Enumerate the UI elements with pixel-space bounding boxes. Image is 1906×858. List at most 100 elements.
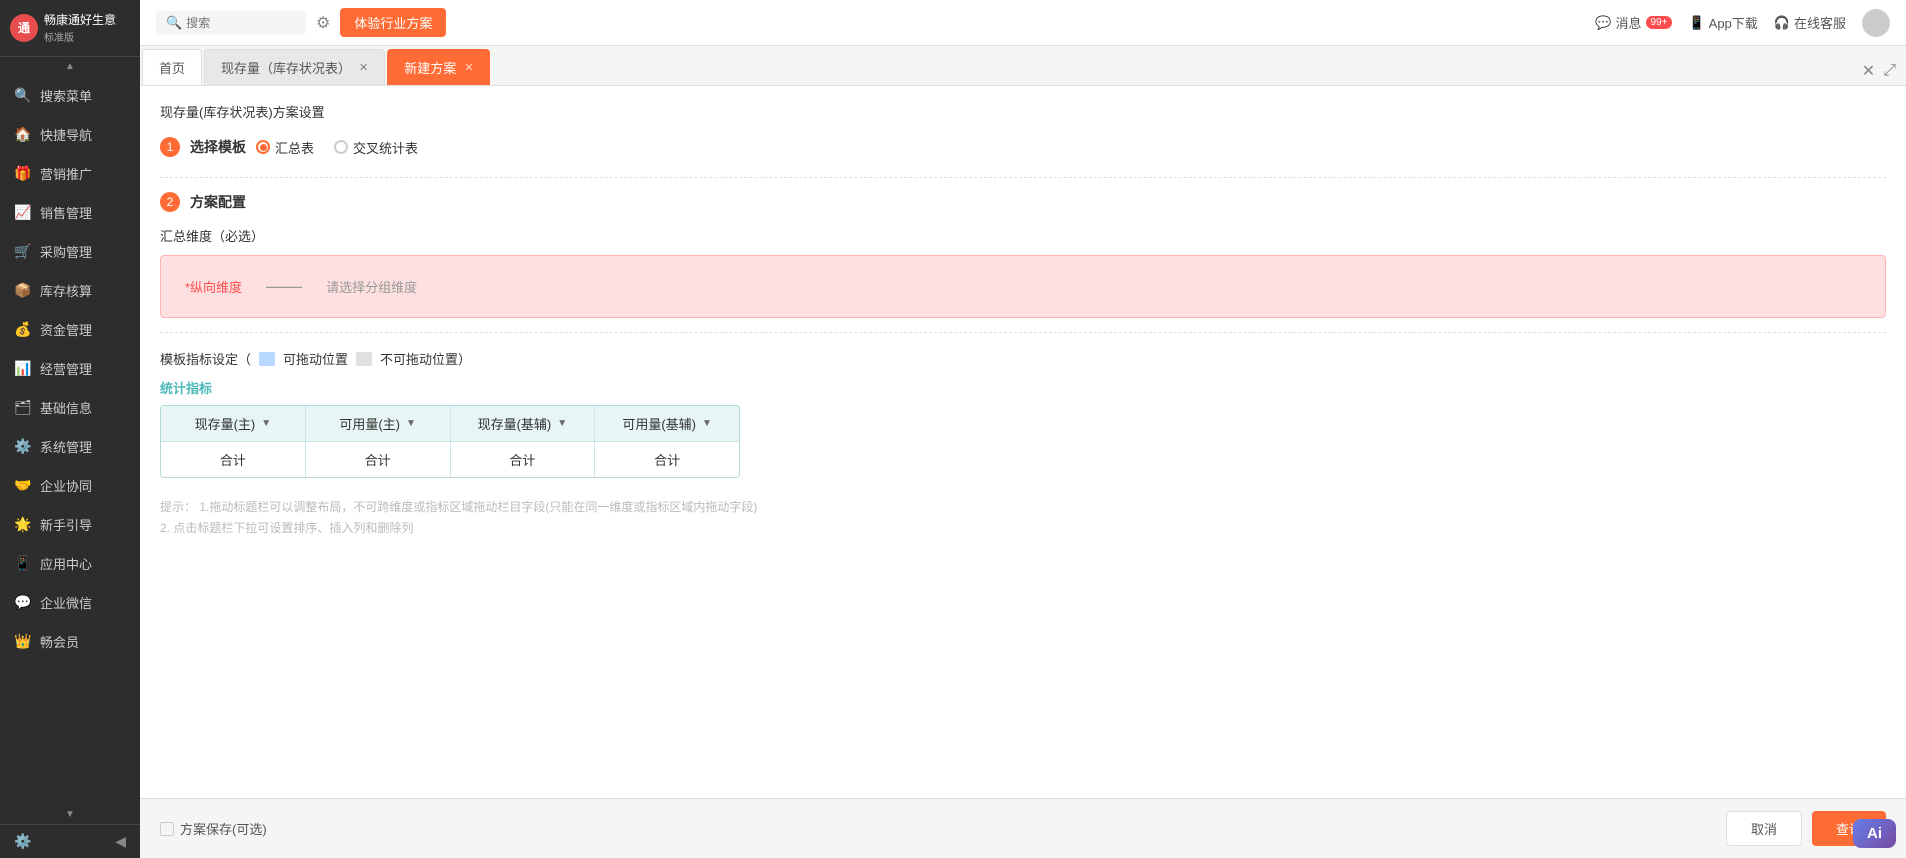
tab-inventory-status-close[interactable]: ✕ <box>359 61 368 74</box>
sidebar-item-label: 经营管理 <box>40 359 92 378</box>
app-download-label: App下载 <box>1709 13 1758 32</box>
sidebar-item-basic[interactable]: 🗂 基础信息 <box>0 388 140 427</box>
app-version: 标准版 <box>44 29 116 44</box>
stats-cell-0-0: 合计 <box>161 442 306 477</box>
search-menu-icon: 🔍 <box>14 86 32 104</box>
online-service-button[interactable]: 🎧 在线客服 <box>1774 13 1846 32</box>
col1-arrow: ▼ <box>406 418 416 429</box>
sidebar-scroll-up[interactable]: ▲ <box>0 57 140 76</box>
tab-inventory-status-label: 现存量（库存状况表） <box>221 58 351 77</box>
sidebar-item-operations[interactable]: 📊 经营管理 <box>0 349 140 388</box>
expand-window-icon[interactable]: ⤢ <box>1883 62 1896 80</box>
sidebar-item-label: 畅会员 <box>40 632 79 651</box>
sidebar-item-label: 库存核算 <box>40 281 92 300</box>
topbar: 🔍 ⚙ 体验行业方案 💬 消息 99+ 📱 App下载 🎧 在线客服 <box>140 0 1906 46</box>
sidebar-item-label: 销售管理 <box>40 203 92 222</box>
sidebar-settings-icon[interactable]: ⚙️ <box>14 833 31 850</box>
divider-2 <box>160 332 1886 333</box>
sidebar: 通 畅康通好生意 标准版 ▲ 🔍 搜索菜单 🏠 快捷导航 🎁 营销推广 📈 销售… <box>0 0 140 858</box>
sidebar-collapse-icon[interactable]: ◀ <box>115 833 126 850</box>
purchase-icon: 🛒 <box>14 242 32 260</box>
tab-new-plan-close[interactable]: ✕ <box>464 61 473 74</box>
dimension-box[interactable]: *纵向维度 —— 请选择分组维度 <box>160 255 1886 318</box>
sidebar-item-sales[interactable]: 📈 销售管理 <box>0 193 140 232</box>
stats-col-3[interactable]: 可用量(基辅) ▼ <box>595 406 739 441</box>
dimension-label: 汇总维度（必选） <box>160 226 1886 245</box>
stats-cell-0-3: 合计 <box>595 442 739 477</box>
sidebar-item-search[interactable]: 🔍 搜索菜单 <box>0 76 140 115</box>
template-options: 汇总表 交叉统计表 <box>256 138 418 157</box>
radio-cross-dot <box>334 140 348 154</box>
tip-1: 2. 点击标题栏下拉可设置排序、插入列和删除列 <box>160 519 1886 536</box>
stats-col-1[interactable]: 可用量(主) ▼ <box>306 406 451 441</box>
member-icon: 👑 <box>14 632 32 650</box>
inventory-icon: 📦 <box>14 281 32 299</box>
search-icon: 🔍 <box>166 15 182 31</box>
sidebar-item-marketing[interactable]: 🎁 营销推广 <box>0 154 140 193</box>
system-icon: ⚙️ <box>14 437 32 455</box>
service-label: 在线客服 <box>1794 13 1846 32</box>
sidebar-item-purchase[interactable]: 🛒 采购管理 <box>0 232 140 271</box>
ai-badge[interactable]: Ai <box>1853 819 1896 848</box>
sidebar-bottom: ⚙️ ◀ <box>0 824 140 858</box>
headset-icon: 🎧 <box>1774 15 1790 31</box>
app-name-block: 畅康通好生意 标准版 <box>44 12 116 44</box>
tabbar: 首页 现存量（库存状况表） ✕ 新建方案 ✕ ✕ ⤢ <box>140 46 1906 86</box>
trial-button[interactable]: 体验行业方案 <box>340 8 446 37</box>
col0-arrow: ▼ <box>261 418 271 429</box>
col0-label: 现存量(主) <box>195 414 256 433</box>
app-name: 畅康通好生意 <box>44 12 116 29</box>
draggable-label-text: 可拖动位置 <box>283 349 348 368</box>
topbar-right: 💬 消息 99+ 📱 App下载 🎧 在线客服 <box>1595 9 1890 37</box>
stats-col-2[interactable]: 现存量(基辅) ▼ <box>451 406 596 441</box>
sidebar-item-contract[interactable]: 🤝 企业协同 <box>0 466 140 505</box>
save-option-label: 方案保存(可选) <box>180 819 267 838</box>
sidebar-item-wechat[interactable]: 💬 企业微信 <box>0 583 140 622</box>
messages-button[interactable]: 💬 消息 99+ <box>1595 13 1672 32</box>
finance-icon: 💰 <box>14 320 32 338</box>
radio-cross[interactable]: 交叉统计表 <box>334 138 418 157</box>
messages-badge: 99+ <box>1646 16 1673 29</box>
settings-icon[interactable]: ⚙ <box>316 13 330 33</box>
sidebar-item-guide[interactable]: 🌟 新手引导 <box>0 505 140 544</box>
app-download-button[interactable]: 📱 App下载 <box>1688 13 1757 32</box>
col3-arrow: ▼ <box>702 418 712 429</box>
sidebar-scroll-down[interactable]: ▼ <box>0 805 140 824</box>
save-checkbox[interactable] <box>160 822 174 836</box>
cancel-button[interactable]: 取消 <box>1726 811 1802 846</box>
dimension-placeholder: 请选择分组维度 <box>326 277 417 296</box>
window-controls: ✕ ⤢ <box>1862 61 1906 85</box>
section2-num: 2 <box>160 192 180 212</box>
bottombar: 方案保存(可选) 取消 查询 <box>140 798 1906 858</box>
sidebar-item-label: 搜索菜单 <box>40 86 92 105</box>
sidebar-item-shortcuts[interactable]: 🏠 快捷导航 <box>0 115 140 154</box>
fixed-badge <box>356 352 372 366</box>
tip-0: 提示： 1.拖动标题栏可以调整布局，不可跨维度或指标区域拖动栏目字段(只能在同一… <box>160 498 1886 515</box>
basic-icon: 🗂 <box>14 398 32 416</box>
section2-header: 2 方案配置 <box>160 192 1886 212</box>
col1-label: 可用量(主) <box>339 414 400 433</box>
stats-col-0[interactable]: 现存量(主) ▼ <box>161 406 306 441</box>
tab-home[interactable]: 首页 <box>142 49 202 85</box>
indicator-label-text: 模板指标设定（ <box>160 349 251 368</box>
tab-new-plan[interactable]: 新建方案 ✕ <box>387 49 490 85</box>
sidebar-item-member[interactable]: 👑 畅会员 <box>0 622 140 661</box>
sidebar-item-appstore[interactable]: 📱 应用中心 <box>0 544 140 583</box>
phone-icon: 📱 <box>1688 15 1704 31</box>
section-config: 2 方案配置 汇总维度（必选） *纵向维度 —— 请选择分组维度 模板指标设定（… <box>160 192 1886 536</box>
radio-summary[interactable]: 汇总表 <box>256 138 314 157</box>
tab-inventory-status[interactable]: 现存量（库存状况表） ✕ <box>204 49 385 85</box>
sidebar-item-system[interactable]: ⚙️ 系统管理 <box>0 427 140 466</box>
sidebar-item-label: 资金管理 <box>40 320 92 339</box>
search-input[interactable] <box>186 16 286 30</box>
appstore-icon: 📱 <box>14 554 32 572</box>
fixed-label-text: 不可拖动位置） <box>380 349 471 368</box>
sidebar-item-finance[interactable]: 💰 资金管理 <box>0 310 140 349</box>
save-option: 方案保存(可选) <box>160 819 267 838</box>
sidebar-item-label: 系统管理 <box>40 437 92 456</box>
search-box[interactable]: 🔍 <box>156 11 306 35</box>
close-window-icon[interactable]: ✕ <box>1862 61 1875 81</box>
message-icon: 💬 <box>1595 15 1611 31</box>
user-avatar[interactable] <box>1862 9 1890 37</box>
sidebar-item-inventory[interactable]: 📦 库存核算 <box>0 271 140 310</box>
